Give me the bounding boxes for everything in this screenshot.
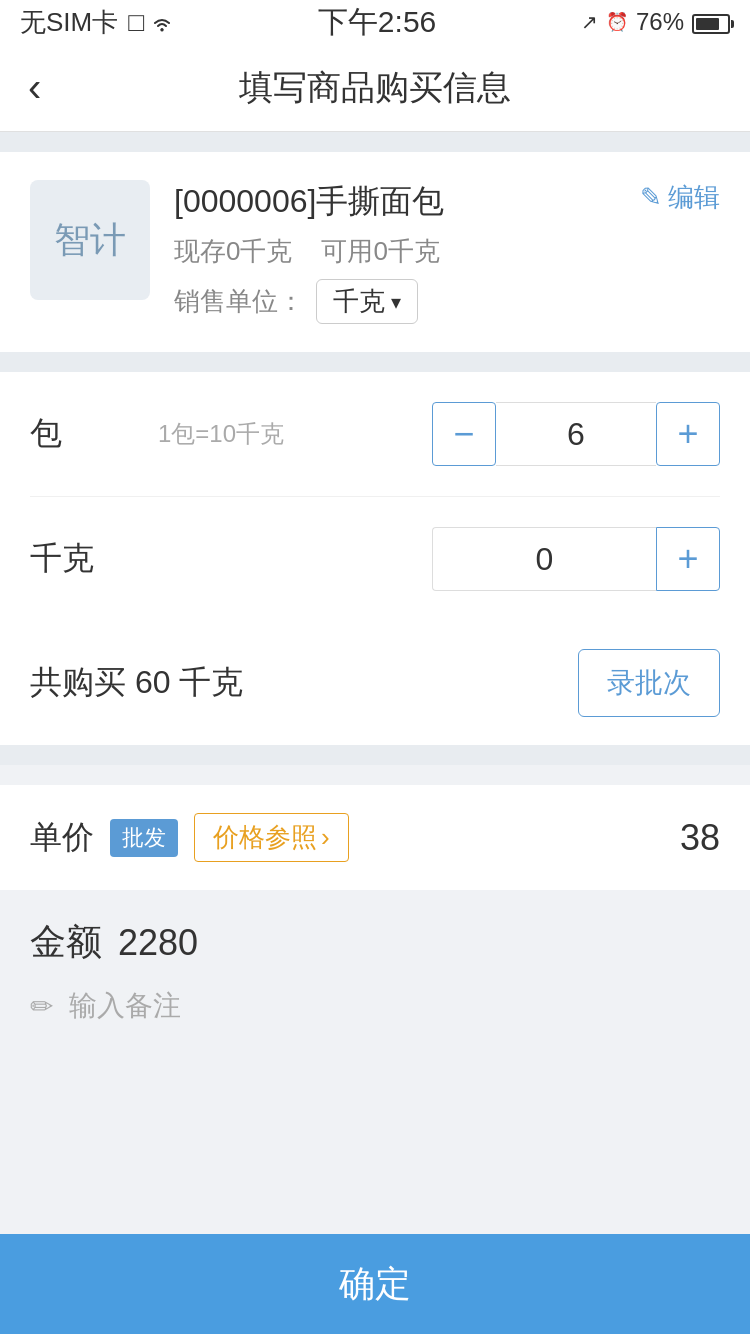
pencil-icon: ✏ [30,990,53,1023]
product-stock: 现存0千克 可用0千克 [174,234,720,269]
mid-separator-2 [0,745,750,765]
product-info: [0000006]手撕面包 现存0千克 可用0千克 销售单位： 千克 ▾ [174,180,720,324]
bao-stepper: − + [432,402,720,466]
product-card: 智计 [0000006]手撕面包 现存0千克 可用0千克 销售单位： 千克 ▾ [0,152,750,352]
battery-icon [692,8,730,36]
status-right: ↗ ⏰ 76% [581,8,730,36]
mid-separator-1 [0,352,750,372]
qianke-stepper: + [432,527,720,591]
bao-label: 包 [30,412,150,456]
svg-point-0 [161,28,164,31]
product-name: [0000006]手撕面包 [174,180,720,224]
unit-select[interactable]: 千克 ▾ [316,279,418,324]
price-ref-arrow-icon: › [321,822,330,853]
carrier-label: 无SIM卡 [20,5,118,40]
edit-icon: ✎ [640,182,662,213]
qianke-input[interactable] [432,527,656,591]
top-separator [0,132,750,152]
bao-input-row: 包 1包=10千克 − + [30,372,720,497]
status-bar: 无SIM卡 □ 下午2:56 ↗ ⏰ 76% [0,0,750,44]
price-value: 38 [680,817,720,859]
amount-label: 金额 [30,918,102,967]
bao-hint: 1包=10千克 [158,418,432,450]
bao-input[interactable] [496,402,656,466]
wifi-icon: □ [128,7,173,38]
price-ref-button[interactable]: 价格参照 › [194,813,349,862]
qianke-label: 千克 [30,537,150,581]
confirm-label: 确定 [339,1260,411,1309]
battery-percent: 76% [636,8,684,36]
confirm-button[interactable]: 确定 [0,1234,750,1334]
product-logo: 智计 [54,216,126,265]
remark-placeholder: 输入备注 [69,987,181,1025]
record-batch-button[interactable]: 录批次 [578,649,720,717]
product-thumbnail: 智计 [30,180,150,300]
dropdown-arrow-icon: ▾ [391,290,401,314]
status-left: 无SIM卡 □ [20,5,173,40]
pifa-badge: 批发 [110,819,178,857]
location-icon: ↗ [581,10,598,34]
bao-decrement-button[interactable]: − [432,402,496,466]
alarm-icon: ⏰ [606,11,628,33]
back-button[interactable]: ‹ [28,65,41,110]
amount-value: 2280 [118,922,198,964]
product-unit-row: 销售单位： 千克 ▾ [174,279,720,324]
remark-row[interactable]: ✏ 输入备注 [30,987,720,1025]
qianke-input-row: 千克 + [30,497,720,621]
input-section: 包 1包=10千克 − + 千克 + [0,372,750,621]
summary-section: 共购买 60 千克 录批次 [0,621,750,745]
bao-increment-button[interactable]: + [656,402,720,466]
amount-section: 金额 2280 ✏ 输入备注 [0,890,750,1045]
page-title: 填写商品购买信息 [239,65,511,111]
nav-bar: ‹ 填写商品购买信息 [0,44,750,132]
edit-button[interactable]: ✎ 编辑 [640,180,720,215]
price-row: 单价 批发 价格参照 › 38 [30,813,720,862]
price-label: 单价 [30,816,94,860]
qianke-increment-button[interactable]: + [656,527,720,591]
status-time: 下午2:56 [318,2,436,43]
price-section: 单价 批发 价格参照 › 38 [0,785,750,890]
summary-text: 共购买 60 千克 [30,661,243,705]
amount-row: 金额 2280 [30,918,720,967]
